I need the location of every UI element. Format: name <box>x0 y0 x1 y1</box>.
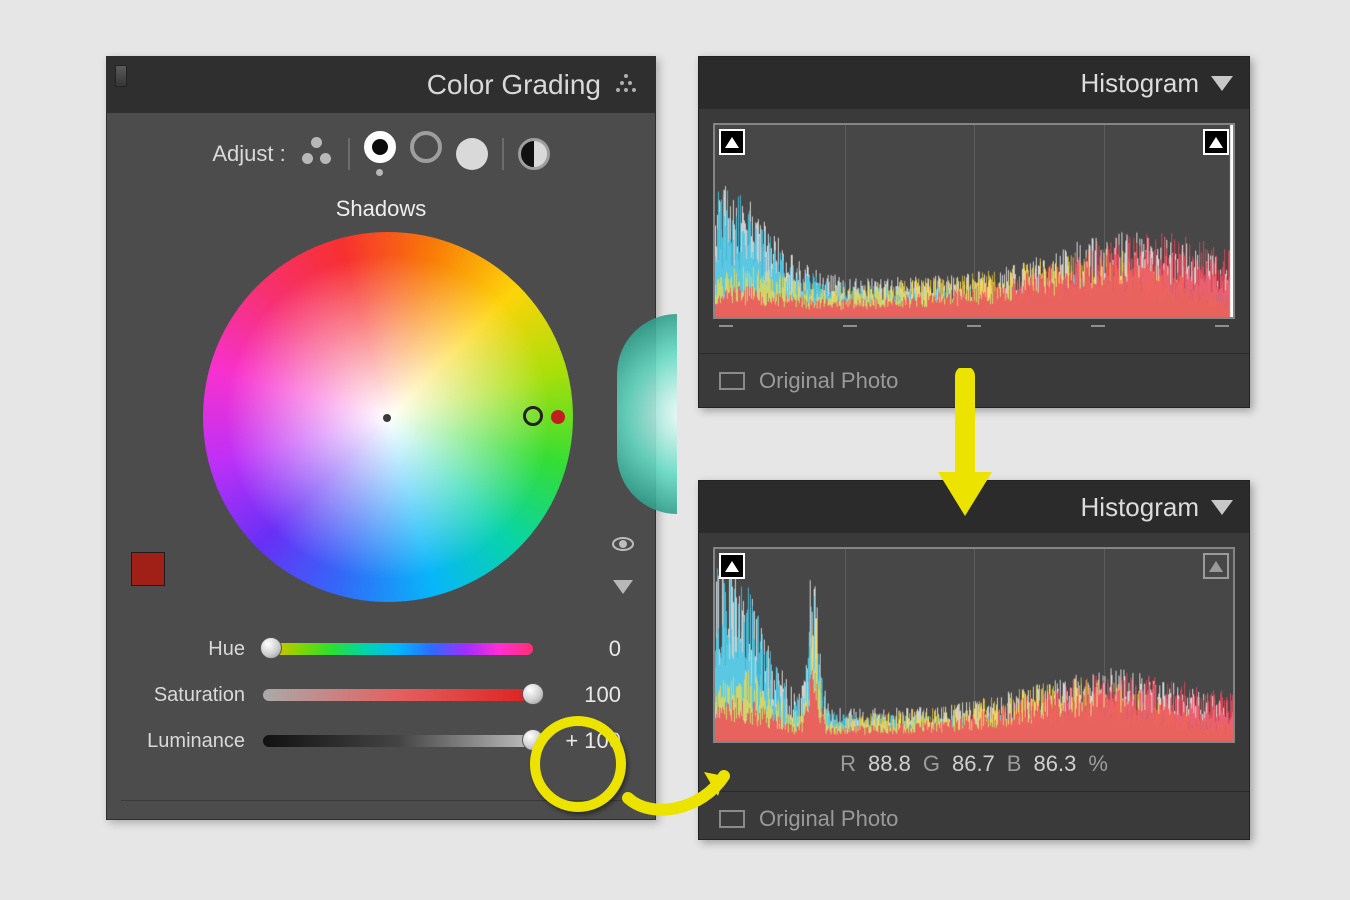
saturation-label: Saturation <box>141 684 245 707</box>
original-photo-row[interactable]: Original Photo <box>699 353 1249 408</box>
saturation-slider-thumb[interactable] <box>522 683 544 705</box>
histogram-canvas <box>715 549 1233 741</box>
saturation-slider-row: Saturation 100 <box>141 672 621 718</box>
rgb-readout: R 88.8 G 86.7 B 86.3 % <box>699 743 1249 779</box>
hue-slider-row: Hue 0 <box>141 626 621 672</box>
adjust-label: Adjust : <box>212 141 285 167</box>
histogram-header[interactable]: Histogram <box>699 57 1249 109</box>
g-label: G <box>923 751 940 777</box>
pct-suffix: % <box>1088 751 1108 777</box>
selected-color-swatch[interactable] <box>131 552 165 586</box>
expand-toggle-icon[interactable] <box>613 580 633 594</box>
b-value: 86.3 <box>1033 751 1076 777</box>
shadows-mode-icon <box>364 131 396 163</box>
wheel-center-icon <box>383 414 391 422</box>
three-way-mode-button[interactable] <box>300 137 334 171</box>
r-label: R <box>840 751 856 777</box>
saturation-slider[interactable] <box>263 689 533 701</box>
next-wheel-peek[interactable] <box>617 314 677 514</box>
hue-label: Hue <box>141 638 245 661</box>
separator-icon <box>348 138 350 170</box>
panel-grip-icon[interactable] <box>115 65 127 87</box>
color-grading-header: Color Grading <box>107 57 655 113</box>
color-grading-title: Color Grading <box>427 69 601 101</box>
midtones-mode-icon <box>410 131 442 163</box>
hue-value[interactable]: 0 <box>551 636 621 662</box>
targeted-adjustment-icon[interactable] <box>615 74 637 96</box>
histogram-chart-before[interactable] <box>713 123 1235 319</box>
original-photo-icon <box>719 372 745 390</box>
collapse-icon[interactable] <box>1211 500 1233 515</box>
highlights-mode-button[interactable] <box>456 138 488 170</box>
highlight-clipping-indicator[interactable] <box>1203 553 1229 579</box>
histogram-canvas <box>715 125 1233 317</box>
three-way-icon <box>300 137 334 171</box>
hue-slider[interactable] <box>263 643 533 655</box>
original-photo-icon <box>719 810 745 828</box>
collapse-icon[interactable] <box>1211 76 1233 91</box>
shadows-mode-button[interactable] <box>364 131 396 176</box>
section-label: Shadows <box>107 196 655 222</box>
shadow-clipping-indicator[interactable] <box>719 129 745 155</box>
histogram-title: Histogram <box>1081 492 1199 523</box>
color-grading-panel: Color Grading Adjust : <box>106 56 656 820</box>
adjust-mode-row: Adjust : <box>107 131 655 176</box>
global-mode-button[interactable] <box>518 138 550 170</box>
wheel-picker-ring-icon[interactable] <box>523 406 543 426</box>
luminance-value[interactable]: + 100 <box>551 728 621 754</box>
active-mode-indicator-icon <box>376 169 383 176</box>
sliders-group: Hue 0 Saturation 100 Luminance + 100 <box>107 626 655 764</box>
separator-icon <box>502 138 504 170</box>
hue-slider-thumb[interactable] <box>260 637 282 659</box>
global-mode-icon <box>518 138 550 170</box>
luminance-slider-row: Luminance + 100 <box>141 718 621 764</box>
original-photo-label: Original Photo <box>759 806 898 832</box>
histogram-chart-after[interactable] <box>713 547 1235 743</box>
shadow-clipping-indicator[interactable] <box>719 553 745 579</box>
visibility-toggle-icon[interactable] <box>611 532 635 556</box>
histogram-panel-after: Histogram R 88.8 G 86.7 B 86.3 % Origina… <box>698 480 1250 840</box>
histogram-title: Histogram <box>1081 68 1199 99</box>
histogram-header[interactable]: Histogram <box>699 481 1249 533</box>
color-wheel-area <box>107 232 655 622</box>
g-value: 86.7 <box>952 751 995 777</box>
histogram-panel-before: Histogram Original Photo <box>698 56 1250 408</box>
luminance-label: Luminance <box>141 730 245 753</box>
original-photo-label: Original Photo <box>759 368 898 394</box>
original-photo-row[interactable]: Original Photo <box>699 791 1249 846</box>
midtones-mode-button[interactable] <box>410 131 442 176</box>
tone-zone-ticks <box>713 325 1235 341</box>
wheel-picker-dot-icon[interactable] <box>551 410 565 424</box>
luminance-slider[interactable] <box>263 735 533 747</box>
highlight-clipping-indicator[interactable] <box>1203 129 1229 155</box>
r-value: 88.8 <box>868 751 911 777</box>
luminance-slider-thumb[interactable] <box>522 729 544 751</box>
saturation-value[interactable]: 100 <box>551 682 621 708</box>
b-label: B <box>1007 751 1022 777</box>
panel-footer-divider <box>121 800 641 801</box>
highlights-mode-icon <box>456 138 488 170</box>
